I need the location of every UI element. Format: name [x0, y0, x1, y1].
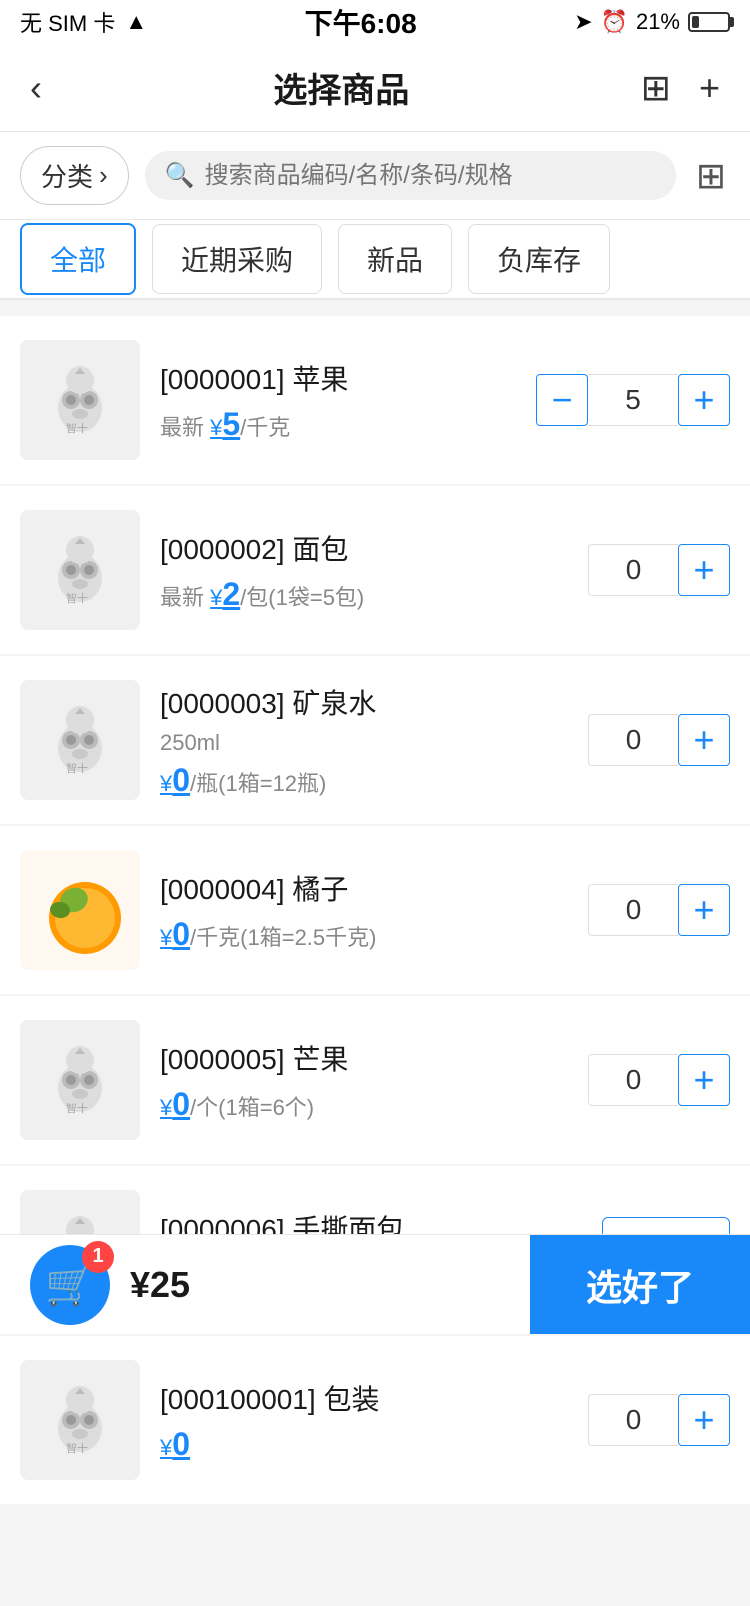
- status-bar: 无 SIM 卡 ▲ 下午6:08 ➤ ⏰ 21%: [0, 0, 750, 44]
- product-info: [0000005] 芒果 ¥0/个(1箱=6个): [160, 1038, 568, 1123]
- cart-total: ¥25: [130, 1264, 190, 1306]
- location-icon: ➤: [574, 9, 592, 35]
- qty-plus-button[interactable]: +: [678, 714, 730, 766]
- svg-text:智十: 智十: [66, 591, 88, 605]
- bottom-bar: 🛒 1 ¥25 选好了: [0, 1234, 750, 1334]
- battery-text: 21%: [636, 9, 680, 35]
- qty-input[interactable]: [588, 1394, 678, 1446]
- product-name: [0000004] 橘子: [160, 868, 568, 908]
- nav-bar: ‹ 选择商品 ⊞ +: [0, 44, 750, 132]
- svg-text:智十: 智十: [66, 1441, 88, 1455]
- qty-control: +: [588, 1394, 730, 1446]
- search-input[interactable]: [205, 162, 656, 190]
- product-price: ¥0/个(1箱=6个): [160, 1086, 568, 1123]
- product-name: [0000001] 苹果: [160, 358, 516, 398]
- product-info: [0000004] 橘子 ¥0/千克(1箱=2.5千克): [160, 868, 568, 953]
- product-item: 智十 [0000001] 苹果最新 ¥5/千克−+: [0, 316, 750, 484]
- battery-icon: [688, 12, 730, 32]
- qty-input[interactable]: [588, 374, 678, 426]
- svg-text:智十: 智十: [66, 421, 88, 435]
- tab-recent[interactable]: 近期采购: [152, 224, 322, 294]
- cart-section: 🛒 1 ¥25: [0, 1245, 530, 1325]
- qty-plus-button[interactable]: +: [678, 884, 730, 936]
- status-time: 下午6:08: [305, 2, 417, 42]
- qty-input[interactable]: [588, 714, 678, 766]
- product-name: [0000003] 矿泉水: [160, 682, 568, 722]
- product-item: [0000004] 橘子 ¥0/千克(1箱=2.5千克) +: [0, 826, 750, 994]
- qty-control: +: [588, 1054, 730, 1106]
- nav-right: ⊞ +: [641, 67, 720, 109]
- status-left: 无 SIM 卡 ▲: [20, 6, 147, 38]
- scan-icon[interactable]: ⊞: [692, 151, 730, 201]
- alarm-icon: ⏰: [601, 9, 628, 35]
- qty-plus-button[interactable]: +: [678, 374, 730, 426]
- back-button[interactable]: ‹: [30, 67, 42, 109]
- tab-all[interactable]: 全部: [20, 223, 136, 295]
- product-item: 智十 [0000002] 面包最新 ¥2/包(1袋=5包) +: [0, 486, 750, 654]
- tab-bar: 全部 近期采购 新品 负库存: [0, 220, 750, 300]
- qty-minus-button[interactable]: −: [536, 374, 588, 426]
- qty-input[interactable]: [588, 1054, 678, 1106]
- product-spec-line: 250ml: [160, 730, 568, 756]
- wifi-icon: ▲: [125, 9, 147, 35]
- product-info: [0000003] 矿泉水 250ml ¥0/瓶(1箱=12瓶): [160, 682, 568, 799]
- product-item: 智十 [0000005] 芒果 ¥0/个(1箱=6个) +: [0, 996, 750, 1164]
- product-item: 智十 [0000003] 矿泉水 250ml ¥0/瓶(1箱=12瓶) +: [0, 656, 750, 824]
- product-info: [0000001] 苹果最新 ¥5/千克: [160, 358, 516, 443]
- product-image: [20, 850, 140, 970]
- qty-control: +: [588, 714, 730, 766]
- product-image: 智十: [20, 1360, 140, 1480]
- product-image: 智十: [20, 1020, 140, 1140]
- confirm-button[interactable]: 选好了: [530, 1235, 750, 1334]
- product-info: [000100001] 包装 ¥0: [160, 1378, 568, 1463]
- tab-negative[interactable]: 负库存: [468, 224, 610, 294]
- qty-control: +: [588, 884, 730, 936]
- qty-plus-button[interactable]: +: [678, 544, 730, 596]
- product-image: 智十: [20, 680, 140, 800]
- product-info: [0000002] 面包最新 ¥2/包(1袋=5包): [160, 528, 568, 613]
- qty-control: +: [588, 544, 730, 596]
- status-right: ➤ ⏰ 21%: [574, 9, 730, 35]
- search-input-wrap: 🔍: [145, 151, 676, 200]
- category-button[interactable]: 分类 ›: [20, 146, 129, 205]
- qty-plus-button[interactable]: +: [678, 1394, 730, 1446]
- search-bar: 分类 › 🔍 ⊞: [0, 132, 750, 220]
- filter-icon[interactable]: ⊞: [641, 67, 671, 109]
- chevron-right-icon: ›: [99, 160, 108, 191]
- product-image: 智十: [20, 340, 140, 460]
- page-title: 选择商品: [273, 63, 409, 112]
- svg-text:智十: 智十: [66, 761, 88, 775]
- svg-text:智十: 智十: [66, 1101, 88, 1115]
- product-price: 最新 ¥2/包(1袋=5包): [160, 576, 568, 613]
- product-name: [0000005] 芒果: [160, 1038, 568, 1078]
- product-price: ¥0: [160, 1426, 568, 1463]
- qty-plus-button[interactable]: +: [678, 1054, 730, 1106]
- qty-input[interactable]: [588, 544, 678, 596]
- nav-left: ‹: [30, 67, 42, 109]
- tab-new[interactable]: 新品: [338, 224, 452, 294]
- product-image: 智十: [20, 510, 140, 630]
- product-price: 最新 ¥5/千克: [160, 406, 516, 443]
- carrier-label: 无 SIM 卡: [20, 6, 115, 38]
- product-name: [000100001] 包装: [160, 1378, 568, 1418]
- add-button[interactable]: +: [699, 67, 720, 109]
- product-price: ¥0/瓶(1箱=12瓶): [160, 762, 568, 799]
- cart-badge: 1: [82, 1241, 114, 1273]
- product-name: [0000002] 面包: [160, 528, 568, 568]
- product-price: ¥0/千克(1箱=2.5千克): [160, 916, 568, 953]
- qty-control: −+: [536, 374, 730, 426]
- product-item: 智十 [000100001] 包装 ¥0 +: [0, 1336, 750, 1504]
- qty-input[interactable]: [588, 884, 678, 936]
- search-icon: 🔍: [165, 161, 195, 190]
- category-label: 分类: [41, 157, 93, 194]
- cart-icon-wrap[interactable]: 🛒 1: [30, 1245, 110, 1325]
